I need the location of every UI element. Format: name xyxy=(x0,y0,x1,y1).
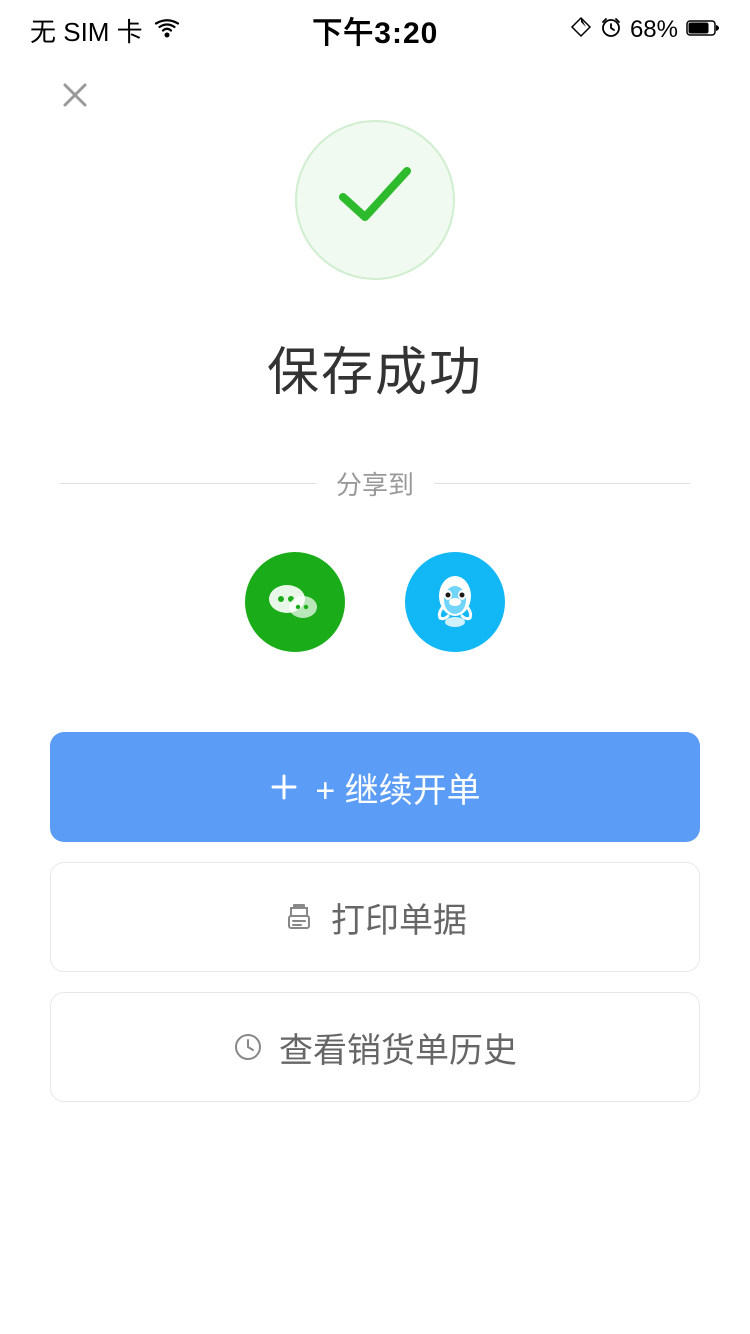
history-button[interactable]: 查看销货单历史 xyxy=(50,992,700,1102)
status-left: 无 SIM 卡 xyxy=(30,12,181,49)
plus-icon xyxy=(269,772,299,802)
status-bar: 无 SIM 卡 下午3:20 68 xyxy=(0,0,750,60)
main-content: 保存成功 分享到 xyxy=(0,60,750,1102)
battery-icon xyxy=(686,16,720,44)
alarm-icon xyxy=(600,16,622,45)
sim-text: 无 SIM 卡 xyxy=(30,12,143,49)
status-time: 下午3:20 xyxy=(312,8,438,52)
location-icon xyxy=(570,16,592,45)
status-right: 68% xyxy=(570,16,720,45)
battery-percent: 68% xyxy=(630,16,678,44)
action-buttons: + 继续开单 打印单据 查看销 xyxy=(0,732,750,1102)
qq-share-button[interactable] xyxy=(405,552,505,652)
share-label: 分享到 xyxy=(316,465,434,502)
wifi-icon xyxy=(153,15,181,46)
history-icon xyxy=(233,1032,263,1062)
share-row xyxy=(245,552,505,652)
divider-line-left xyxy=(60,483,316,484)
close-button[interactable] xyxy=(50,70,100,120)
print-button-label: 打印单据 xyxy=(331,893,467,942)
checkmark-icon xyxy=(335,159,415,242)
divider-line-right xyxy=(434,483,690,484)
share-divider: 分享到 xyxy=(0,465,750,502)
print-button[interactable]: 打印单据 xyxy=(50,862,700,972)
history-button-label: 查看销货单历史 xyxy=(279,1023,517,1072)
success-icon-circle xyxy=(295,120,455,280)
continue-button-label: + 继续开单 xyxy=(315,763,480,812)
wechat-share-button[interactable] xyxy=(245,552,345,652)
success-title: 保存成功 xyxy=(267,330,483,405)
print-icon xyxy=(283,902,315,932)
continue-button[interactable]: + 继续开单 xyxy=(50,732,700,842)
